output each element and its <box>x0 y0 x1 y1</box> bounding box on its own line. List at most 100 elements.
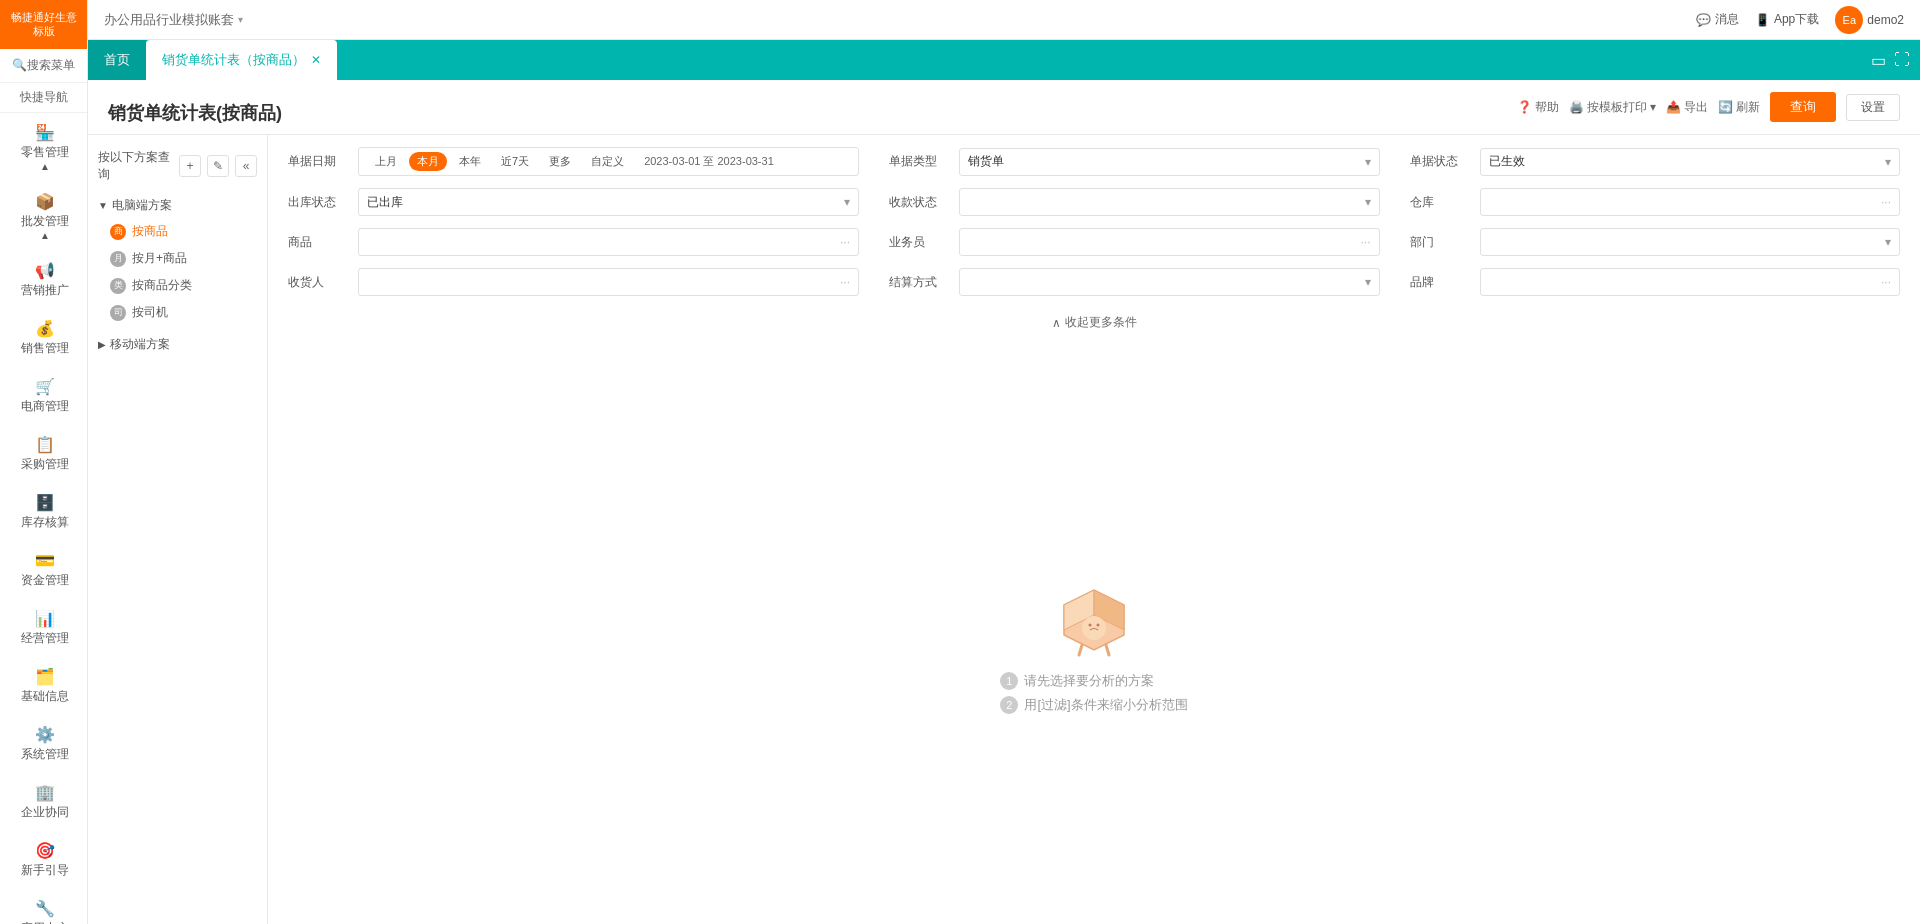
tab-home[interactable]: 首页 <box>88 40 146 80</box>
scheme-group-title-mobile[interactable]: ▶ 移动端方案 <box>88 332 267 357</box>
sidebar-item-ecommerce[interactable]: 🛒 电商管理 <box>0 367 87 425</box>
scheme-add-btn[interactable]: + <box>179 155 201 177</box>
sidebar-item-apps[interactable]: 🔧 应用中心 <box>0 889 87 924</box>
base-icon: 🗂️ <box>35 667 55 686</box>
search-menu[interactable]: 🔍 搜索菜单 <box>0 49 87 83</box>
svg-line-7 <box>1106 645 1109 655</box>
sidebar-item-sales[interactable]: 💰 销售管理 <box>0 309 87 367</box>
wholesale-label: 批发管理 <box>21 213 69 230</box>
out-control[interactable]: 已出库 ▾ <box>358 188 859 216</box>
brand-dots: ··· <box>1881 275 1891 289</box>
collapse-icon: ∧ <box>1052 316 1061 330</box>
collapse-btn[interactable]: ∧ 收起更多条件 <box>288 308 1900 337</box>
system-label: 系统管理 <box>21 746 69 763</box>
warehouse-control[interactable]: ··· <box>1480 188 1901 216</box>
help-label: 帮助 <box>1535 99 1559 116</box>
print-btn[interactable]: 🖨️ 按模板打印 ▾ <box>1569 99 1656 116</box>
export-icon: 📤 <box>1666 100 1681 114</box>
date-pill-last-month[interactable]: 上月 <box>367 152 405 171</box>
app-download-btn[interactable]: 📱 App下载 <box>1755 11 1819 28</box>
dept-control[interactable]: ▾ <box>1480 228 1901 256</box>
scheme-header: 按以下方案查询 + ✎ « <box>88 145 267 187</box>
tab-maximize-btn[interactable]: ⛶ <box>1894 51 1910 70</box>
search-label: 搜索菜单 <box>27 57 75 74</box>
logo-text: 畅捷通好生意 <box>11 10 77 24</box>
salesperson-control[interactable]: ··· <box>959 228 1380 256</box>
tip-num-1: 1 <box>1000 672 1018 690</box>
purchase-icon: 📋 <box>35 435 55 454</box>
ecommerce-label: 电商管理 <box>21 398 69 415</box>
sidebar-item-newbie[interactable]: 🎯 新手引导 <box>0 831 87 889</box>
type-control[interactable]: 销货单 ▾ <box>959 148 1380 176</box>
message-icon: 💬 <box>1696 13 1711 27</box>
date-range-text: 2023-03-01 至 2023-03-31 <box>644 154 774 169</box>
tab-sales-stat[interactable]: 销货单统计表（按商品） ✕ <box>146 40 337 80</box>
sidebar-item-inventory[interactable]: 🗄️ 库存核算 <box>0 483 87 541</box>
inventory-label: 库存核算 <box>21 514 69 531</box>
tip-text-2: 用[过滤]条件来缩小分析范围 <box>1024 696 1187 714</box>
date-pill-this-month[interactable]: 本月 <box>409 152 447 171</box>
user-btn[interactable]: Ea demo2 <box>1835 6 1904 34</box>
brand-control[interactable]: ··· <box>1480 268 1901 296</box>
quick-nav[interactable]: 快捷导航 <box>0 83 87 113</box>
sidebar-item-purchase[interactable]: 📋 采购管理 <box>0 425 87 483</box>
date-pill-this-year[interactable]: 本年 <box>451 152 489 171</box>
filter-row-3: 商品 ··· 业务员 ··· 部门 <box>288 228 1900 256</box>
salesperson-label: 业务员 <box>889 234 959 251</box>
sidebar-item-operation[interactable]: 📊 经营管理 <box>0 599 87 657</box>
help-icon: ❓ <box>1517 100 1532 114</box>
scheme-item-by-goods[interactable]: 商 按商品 <box>88 218 267 245</box>
enterprise-label: 企业协同 <box>21 804 69 821</box>
avatar: Ea <box>1835 6 1863 34</box>
refresh-btn[interactable]: 🔄 刷新 <box>1718 99 1760 116</box>
apps-label: 应用中心 <box>21 920 69 924</box>
dept-label: 部门 <box>1410 234 1480 251</box>
pay-control[interactable]: ▾ <box>959 188 1380 216</box>
sidebar-item-marketing[interactable]: 📢 营销推广 <box>0 251 87 309</box>
svg-point-5 <box>1097 623 1100 626</box>
filter-and-results: 单据日期 上月 本月 本年 近7天 更多 自定义 2023-03-01 至 20… <box>268 135 1920 924</box>
marketing-label: 营销推广 <box>21 282 69 299</box>
scheme-item-label-category: 按商品分类 <box>132 277 192 294</box>
scheme-collapse-btn[interactable]: « <box>235 155 257 177</box>
sidebar-item-retail[interactable]: 🏪 零售管理 ▲ <box>0 113 87 182</box>
sidebar-item-wholesale[interactable]: 📦 批发管理 ▲ <box>0 182 87 251</box>
sidebar-item-finance[interactable]: 💳 资金管理 <box>0 541 87 599</box>
status-control[interactable]: 已生效 ▾ <box>1480 148 1901 176</box>
settings-btn[interactable]: 设置 <box>1846 94 1900 121</box>
date-control[interactable]: 上月 本月 本年 近7天 更多 自定义 2023-03-01 至 2023-03… <box>358 147 859 176</box>
sidebar-item-system[interactable]: ⚙️ 系统管理 <box>0 715 87 773</box>
scheme-group-title-desktop[interactable]: ▼ 电脑端方案 <box>88 193 267 218</box>
operation-icon: 📊 <box>35 609 55 628</box>
wholesale-arrow: ▲ <box>40 230 50 241</box>
type-label: 单据类型 <box>889 153 959 170</box>
status-label: 单据状态 <box>1410 153 1480 170</box>
scheme-item-by-driver[interactable]: 司 按司机 <box>88 299 267 326</box>
message-btn[interactable]: 💬 消息 <box>1696 11 1739 28</box>
payment-control[interactable]: ▾ <box>959 268 1380 296</box>
tab-minimize-btn[interactable]: ▭ <box>1871 51 1886 70</box>
date-pill-7days[interactable]: 近7天 <box>493 152 537 171</box>
scheme-item-by-category[interactable]: 类 按商品分类 <box>88 272 267 299</box>
group-title-label: 电脑端方案 <box>112 197 172 214</box>
goods-control[interactable]: ··· <box>358 228 859 256</box>
scheme-edit-btn[interactable]: ✎ <box>207 155 229 177</box>
sidebar-item-enterprise[interactable]: 🏢 企业协同 <box>0 773 87 831</box>
empty-tips: 1 请先选择要分析的方案 2 用[过滤]条件来缩小分析范围 <box>1000 672 1187 714</box>
export-btn[interactable]: 📤 导出 <box>1666 99 1708 116</box>
inventory-icon: 🗄️ <box>35 493 55 512</box>
topbar-chevron[interactable]: ▾ <box>238 14 243 25</box>
refresh-icon: 🔄 <box>1718 100 1733 114</box>
date-pill-custom[interactable]: 自定义 <box>583 152 632 171</box>
tab-sales-stat-close[interactable]: ✕ <box>311 53 321 67</box>
topbar-title: 办公用品行业模拟账套 ▾ <box>104 11 243 29</box>
receiver-control[interactable]: ··· <box>358 268 859 296</box>
sidebar-item-base[interactable]: 🗂️ 基础信息 <box>0 657 87 715</box>
newbie-icon: 🎯 <box>35 841 55 860</box>
help-btn[interactable]: ❓ 帮助 <box>1517 99 1559 116</box>
query-btn[interactable]: 查询 <box>1770 92 1836 122</box>
scheme-item-by-month-goods[interactable]: 月 按月+商品 <box>88 245 267 272</box>
scheme-group-desktop: ▼ 电脑端方案 商 按商品 月 按月+商品 类 按商品分类 <box>88 193 267 326</box>
date-pill-more[interactable]: 更多 <box>541 152 579 171</box>
username: demo2 <box>1867 13 1904 27</box>
